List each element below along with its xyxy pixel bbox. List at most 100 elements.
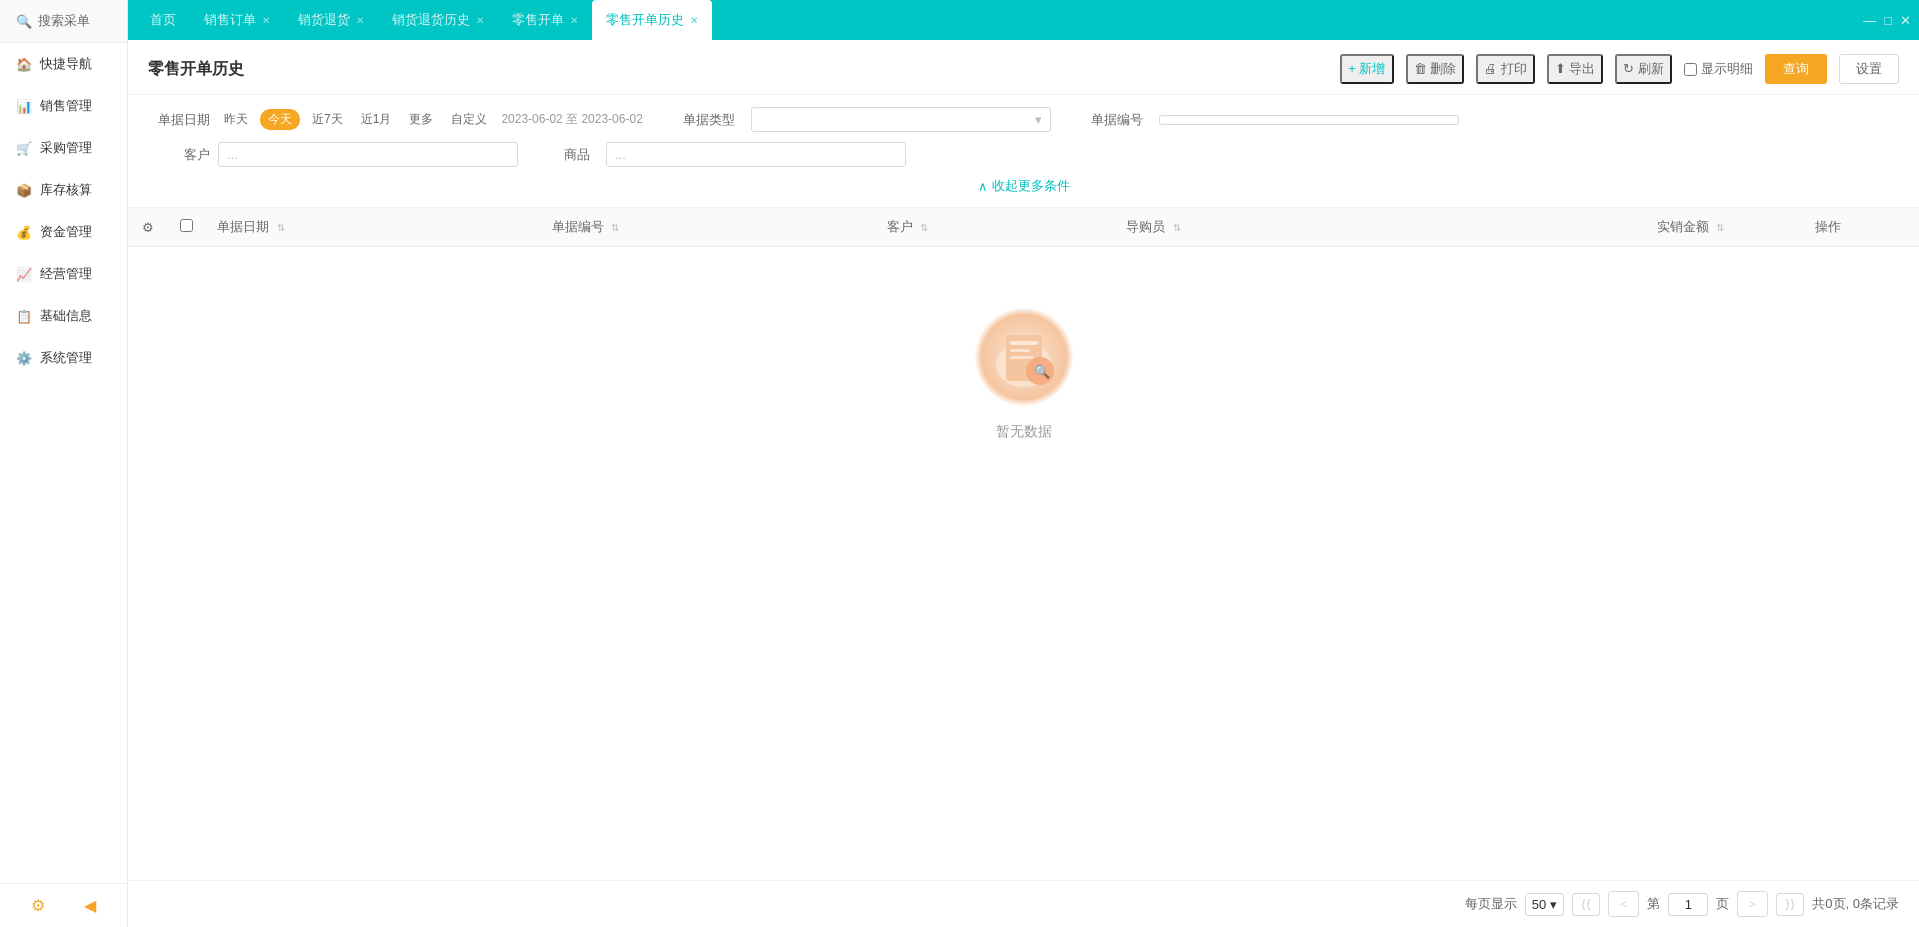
page-last-btn[interactable]: ⟩⟩	[1776, 893, 1804, 916]
sidebar-item-label-caigou: 采购管理	[40, 139, 92, 157]
th-salesperson[interactable]: 导购员 ⇅	[1114, 208, 1401, 247]
tabs-bar: 首页销售订单✕销货退货✕ 销货退货历史 ✕ 零售开单 ✕ 零售开单历史 ✕ — □ ✕	[128, 0, 1919, 40]
tab-shouye[interactable]: 首页	[136, 0, 190, 40]
caigou-icon: 🛒	[16, 140, 32, 156]
tab-xiaoshou-history[interactable]: 销货退货历史 ✕	[378, 0, 498, 40]
tab-lingshao-open[interactable]: 零售开单 ✕	[498, 0, 592, 40]
sidebar-item-caigou[interactable]: 🛒 采购管理	[0, 127, 127, 169]
settings-footer-icon[interactable]: ⚙	[31, 896, 45, 915]
tab-label-shouye: 首页	[150, 11, 176, 29]
page-number-input[interactable]	[1668, 893, 1708, 916]
settings-button[interactable]: 设置	[1839, 54, 1899, 84]
tab-label-lingshao-open: 零售开单	[512, 11, 564, 29]
sidebar-search[interactable]: 🔍 搜索采单	[0, 0, 127, 43]
sidebar-item-jingying[interactable]: 📈 经营管理	[0, 253, 127, 295]
sidebar-item-kucun[interactable]: 📦 库存核算	[0, 169, 127, 211]
page-size-chevron-icon: ▾	[1550, 897, 1557, 912]
date-range: 2023-06-02 至 2023-06-02	[501, 111, 642, 128]
tab-lingshao-history[interactable]: 零售开单历史 ✕	[592, 0, 712, 40]
customer-dots: ...	[227, 147, 238, 162]
svg-rect-2	[1010, 341, 1038, 345]
tab-close-xiaoshou-return[interactable]: ✕	[356, 15, 364, 26]
close-btn[interactable]: ✕	[1900, 13, 1911, 28]
page-size-label: 每页显示	[1465, 895, 1517, 913]
th-date[interactable]: 单据日期 ⇅	[205, 208, 540, 247]
xiaoshou-icon: 📊	[16, 98, 32, 114]
filter-row-1: 单据日期 昨天今天近7天近1月更多自定义 2023-06-02 至 2023-0…	[148, 107, 1899, 132]
sort-bill-icon: ⇅	[611, 222, 619, 233]
svg-rect-4	[1010, 356, 1034, 359]
delete-button[interactable]: 🗑 删除	[1406, 54, 1465, 84]
empty-icon: 🔍	[974, 307, 1074, 407]
total-text: 共0页, 0条记录	[1812, 895, 1899, 913]
tab-label-lingshao-history: 零售开单历史	[606, 11, 684, 29]
kuaijie-icon: 🏠	[16, 56, 32, 72]
date-options: 昨天今天近7天近1月更多自定义	[218, 109, 493, 130]
tab-xiaoshou-order[interactable]: 销售订单✕	[190, 0, 284, 40]
collapse-footer-icon[interactable]: ◀	[84, 896, 96, 915]
tab-close-lingshao-open[interactable]: ✕	[570, 15, 578, 26]
goods-input[interactable]: ...	[606, 142, 906, 167]
tab-close-xiaoshou-history[interactable]: ✕	[476, 15, 484, 26]
th-customer[interactable]: 客户 ⇅	[875, 208, 1115, 247]
bill-no-input[interactable]	[1159, 115, 1459, 125]
table-header-row: ⚙ 单据日期 ⇅ 单据编号 ⇅	[128, 208, 1919, 247]
minimize-btn[interactable]: —	[1863, 13, 1876, 28]
date-label: 单据日期	[148, 111, 218, 129]
sidebar-item-xitong[interactable]: ⚙️ 系统管理	[0, 337, 127, 379]
date-opt-更多[interactable]: 更多	[403, 109, 439, 130]
settings-icon: ⚙	[142, 220, 154, 235]
query-button[interactable]: 查询	[1765, 54, 1827, 84]
page-first-btn[interactable]: ⟨⟨	[1572, 893, 1600, 916]
date-opt-近7天[interactable]: 近7天	[306, 109, 349, 130]
svg-text:🔍: 🔍	[1034, 363, 1051, 380]
data-table: ⚙ 单据日期 ⇅ 单据编号 ⇅	[128, 208, 1919, 247]
sidebar-search-label: 搜索采单	[38, 12, 90, 30]
tab-xiaoshou-return[interactable]: 销货退货✕	[284, 0, 378, 40]
sidebar-item-label-xitong: 系统管理	[40, 349, 92, 367]
goods-label: 商品	[558, 146, 598, 164]
sidebar-item-zijin[interactable]: 💰 资金管理	[0, 211, 127, 253]
th-action: 操作	[1736, 208, 1919, 247]
th-bill-no[interactable]: 单据编号 ⇅	[540, 208, 875, 247]
customer-input[interactable]: ...	[218, 142, 518, 167]
date-opt-自定义[interactable]: 自定义	[445, 109, 493, 130]
print-button[interactable]: 🖨 打印	[1476, 54, 1535, 84]
sidebar-item-kuaijie[interactable]: 🏠 快捷导航	[0, 43, 127, 85]
date-opt-昨天[interactable]: 昨天	[218, 109, 254, 130]
maximize-btn[interactable]: □	[1884, 13, 1892, 28]
page-size-select[interactable]: 50 ▾	[1525, 893, 1564, 916]
filter-area: 单据日期 昨天今天近7天近1月更多自定义 2023-06-02 至 2023-0…	[128, 95, 1919, 208]
search-icon: 🔍	[16, 13, 32, 29]
filter-row-2: 客户 ... 商品 ...	[148, 142, 1899, 167]
add-button[interactable]: + 新增	[1340, 54, 1393, 84]
page-label-word: 第	[1647, 895, 1660, 913]
bill-type-select[interactable]: ▾	[751, 107, 1051, 132]
sidebar-item-label-zijin: 资金管理	[40, 223, 92, 241]
page-word: 页	[1716, 895, 1729, 913]
kucun-icon: 📦	[16, 182, 32, 198]
refresh-button[interactable]: ↻ 刷新	[1615, 54, 1672, 84]
filter-collapse[interactable]: ∧ 收起更多条件	[148, 177, 1899, 195]
page-next-btn[interactable]: ＞	[1737, 891, 1768, 917]
sidebar-item-xiaoshou[interactable]: 📊 销售管理	[0, 85, 127, 127]
page-prev-btn[interactable]: ＜	[1608, 891, 1639, 917]
th-check[interactable]	[168, 208, 205, 247]
export-button[interactable]: ⬆ 导出	[1547, 54, 1604, 84]
pagination-bar: 每页显示 50 ▾ ⟨⟨ ＜ 第 页 ＞ ⟩⟩ 共0页, 0条记录	[128, 880, 1919, 927]
tab-label-xiaoshou-history: 销货退货历史	[392, 11, 470, 29]
display-detail-input[interactable]	[1684, 63, 1697, 76]
jingying-icon: 📈	[16, 266, 32, 282]
tab-close-lingshao-history[interactable]: ✕	[690, 15, 698, 26]
select-all-checkbox[interactable]	[180, 219, 193, 232]
date-opt-今天[interactable]: 今天	[260, 109, 300, 130]
bill-no-label: 单据编号	[1091, 111, 1151, 129]
display-detail-checkbox[interactable]: 显示明细	[1684, 60, 1753, 78]
th-settings[interactable]: ⚙	[128, 208, 168, 247]
sidebar-item-jichu[interactable]: 📋 基础信息	[0, 295, 127, 337]
goods-dots: ...	[615, 147, 626, 162]
tab-close-xiaoshou-order[interactable]: ✕	[262, 15, 270, 26]
th-amount[interactable]: 实销金额 ⇅	[1402, 208, 1737, 247]
sidebar-item-label-kuaijie: 快捷导航	[40, 55, 92, 73]
date-opt-近1月[interactable]: 近1月	[355, 109, 398, 130]
